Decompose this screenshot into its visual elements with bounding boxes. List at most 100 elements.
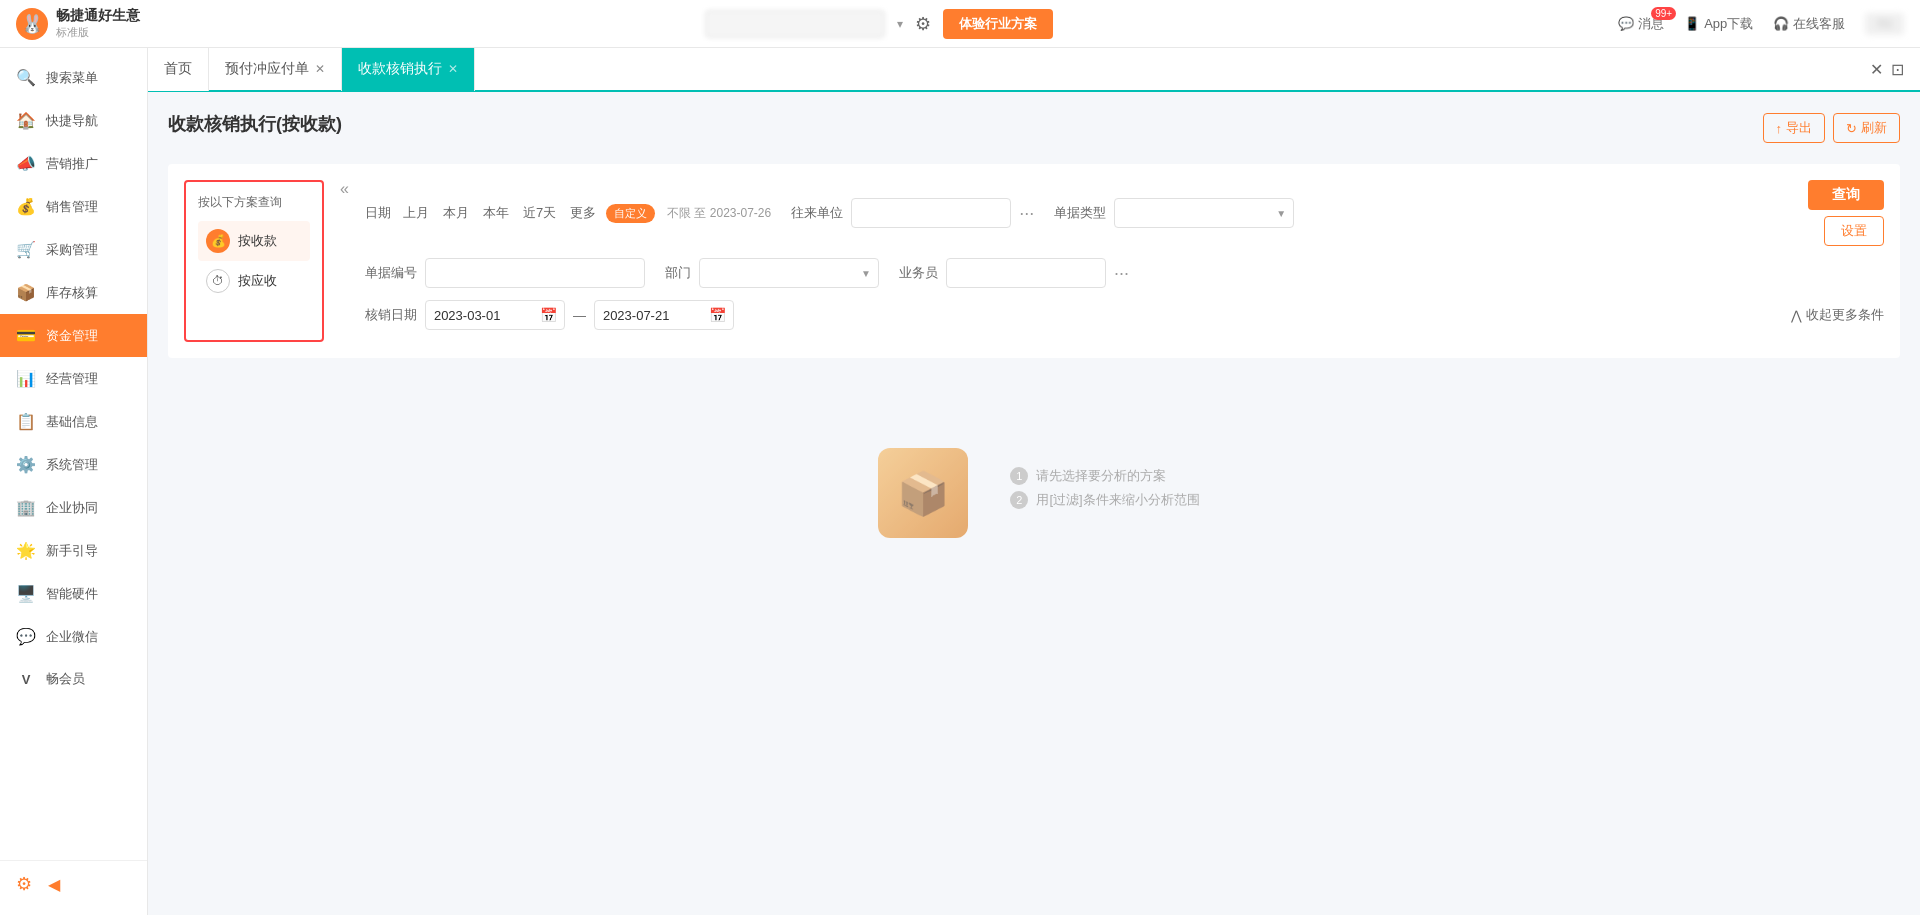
- sidebar-item-system[interactable]: ⚙️ 系统管理: [0, 443, 147, 486]
- basic-icon: 📋: [16, 412, 36, 431]
- sidebar-item-inventory[interactable]: 📦 库存核算: [0, 271, 147, 314]
- date-last-month-btn[interactable]: 上月: [399, 202, 433, 224]
- guide-icon: 🌟: [16, 541, 36, 560]
- sidebar-item-hardware[interactable]: 🖥️ 智能硬件: [0, 572, 147, 615]
- brand-name: 畅捷通好生意: [56, 7, 140, 25]
- staff-input[interactable]: [946, 258, 1106, 288]
- doc-type-select[interactable]: [1114, 198, 1294, 228]
- tab-prepay[interactable]: 预付冲应付单 ✕: [209, 48, 342, 91]
- tab-maximize-btn[interactable]: ⊡: [1891, 60, 1904, 79]
- inventory-icon: 📦: [16, 283, 36, 302]
- top-bar-right: 💬 消息 99+ 📱 App下载 🎧 在线客服 Rit: [1618, 13, 1904, 35]
- date-label: 日期: [365, 204, 391, 222]
- date-this-year-btn[interactable]: 本年: [479, 202, 513, 224]
- member-icon: V: [16, 672, 36, 687]
- sidebar-item-wechat[interactable]: 💬 企业微信: [0, 615, 147, 658]
- sidebar-label-guide: 新手引导: [46, 542, 98, 560]
- sidebar-item-enterprise[interactable]: 🏢 企业协同: [0, 486, 147, 529]
- sidebar-label-purchase: 采购管理: [46, 241, 98, 259]
- sales-icon: 💰: [16, 197, 36, 216]
- calendar-to-icon[interactable]: 📅: [709, 307, 726, 323]
- brand-version: 标准版: [56, 25, 140, 40]
- date-more-btn[interactable]: 更多: [566, 202, 600, 224]
- page-actions: ↑ 导出 ↻ 刷新: [1763, 113, 1901, 143]
- sidebar-item-member[interactable]: V 畅会员: [0, 658, 147, 700]
- sidebar-item-basic[interactable]: 📋 基础信息: [0, 400, 147, 443]
- message-btn[interactable]: 💬 消息 99+: [1618, 15, 1664, 33]
- sidebar-settings-icon[interactable]: ⚙: [16, 873, 32, 895]
- filter-panel: 按以下方案查询 💰 按收款 ⏱ 按应收 «: [168, 164, 1900, 358]
- counterparty-dots-btn[interactable]: ···: [1019, 203, 1034, 224]
- sidebar-label-marketing: 营销推广: [46, 155, 98, 173]
- online-service-btn[interactable]: 🎧 在线客服: [1773, 15, 1845, 33]
- export-btn[interactable]: ↑ 导出: [1763, 113, 1826, 143]
- dept-label: 部门: [665, 264, 691, 282]
- chevron-up-icon: ⋀: [1791, 308, 1802, 323]
- filter-group-doc-no: 单据编号: [365, 258, 645, 288]
- calendar-from-icon[interactable]: 📅: [540, 307, 557, 323]
- purchase-icon: 🛒: [16, 240, 36, 259]
- dept-select-wrapper: [699, 258, 879, 288]
- search-icon: 🔍: [16, 68, 36, 87]
- sidebar-item-sales[interactable]: 💰 销售管理: [0, 185, 147, 228]
- wechat-icon: 💬: [16, 627, 36, 646]
- export-label: 导出: [1786, 119, 1812, 137]
- receipt-option-label: 按收款: [238, 232, 277, 250]
- collapse-more-btn[interactable]: ⋀ 收起更多条件: [1791, 306, 1884, 324]
- staff-dots-btn[interactable]: ···: [1114, 263, 1129, 284]
- top-bar: 🐰 畅捷通好生意 标准版 ▾ ⚙ 体验行业方案 💬 消息 99+ 📱 App下载…: [0, 0, 1920, 48]
- empty-hint-text-1: 请先选择要分析的方案: [1036, 467, 1166, 485]
- sidebar-bottom: ⚙ ◀: [0, 860, 147, 907]
- hardware-icon: 🖥️: [16, 584, 36, 603]
- tab-receipt-verify-close-icon[interactable]: ✕: [448, 62, 458, 76]
- sidebar-collapse-icon[interactable]: ◀: [48, 875, 60, 894]
- hint-num-2: 2: [1010, 491, 1028, 509]
- verify-date-from-wrap: 📅: [425, 300, 565, 330]
- sidebar-item-finance[interactable]: 💳 资金管理: [0, 314, 147, 357]
- sidebar-label-member: 畅会员: [46, 670, 85, 688]
- user-info: Rit: [1865, 13, 1904, 35]
- query-btn[interactable]: 查询: [1808, 180, 1884, 210]
- refresh-btn[interactable]: ↻ 刷新: [1833, 113, 1900, 143]
- app-download-btn[interactable]: 📱 App下载: [1684, 15, 1753, 33]
- refresh-label: 刷新: [1861, 119, 1887, 137]
- collapse-filter-btn[interactable]: «: [340, 180, 349, 198]
- tab-close-all-btn[interactable]: ✕: [1870, 60, 1883, 79]
- sidebar-item-purchase[interactable]: 🛒 采购管理: [0, 228, 147, 271]
- tab-home[interactable]: 首页: [148, 48, 209, 91]
- doc-type-select-wrapper: [1114, 198, 1294, 228]
- tab-receipt-verify[interactable]: 收款核销执行 ✕: [342, 48, 475, 91]
- filter-group-date: 日期 上月 本月 本年 近7天 更多 自定义 不限 至 2023-07-26: [365, 202, 771, 224]
- dept-select[interactable]: [699, 258, 879, 288]
- tab-receipt-verify-label: 收款核销执行: [358, 60, 442, 78]
- trial-btn[interactable]: 体验行业方案: [943, 9, 1053, 39]
- doc-no-input[interactable]: [425, 258, 645, 288]
- filter-option-by-receivable[interactable]: ⏱ 按应收: [198, 261, 310, 301]
- date-7days-btn[interactable]: 近7天: [519, 202, 560, 224]
- content-area: 首页 预付冲应付单 ✕ 收款核销执行 ✕ ✕ ⊡ 收款核销执行(按收款) ↑: [148, 48, 1920, 915]
- app-label: App下载: [1704, 15, 1753, 33]
- collapse-more-label: 收起更多条件: [1806, 306, 1884, 324]
- query-actions: 查询 设置: [1808, 180, 1884, 246]
- export-icon: ↑: [1776, 121, 1783, 136]
- sidebar-item-guide[interactable]: 🌟 新手引导: [0, 529, 147, 572]
- verify-date-label: 核销日期: [365, 306, 417, 324]
- settings-icon[interactable]: ⚙: [915, 13, 931, 35]
- sidebar-item-quick-nav[interactable]: 🏠 快捷导航: [0, 99, 147, 142]
- tab-bar-actions: ✕ ⊡: [1870, 60, 1920, 79]
- filter-option-by-receipt[interactable]: 💰 按收款: [198, 221, 310, 261]
- filter-row-2: 单据编号 部门 业务员 ···: [365, 258, 1884, 288]
- sidebar-label-system: 系统管理: [46, 456, 98, 474]
- custom-badge: 自定义: [606, 204, 655, 223]
- settings-btn[interactable]: 设置: [1824, 216, 1884, 246]
- sidebar-item-marketing[interactable]: 📣 营销推广: [0, 142, 147, 185]
- tab-prepay-label: 预付冲应付单: [225, 60, 309, 78]
- date-this-month-btn[interactable]: 本月: [439, 202, 473, 224]
- sidebar-item-business[interactable]: 📊 经营管理: [0, 357, 147, 400]
- empty-state: 📦 1 请先选择要分析的方案 2 用[过滤]条件来缩小分析范围: [168, 358, 1900, 618]
- doc-type-label: 单据类型: [1054, 204, 1106, 222]
- tab-prepay-close-icon[interactable]: ✕: [315, 62, 325, 76]
- counterparty-input[interactable]: [851, 198, 1011, 228]
- top-bar-center: ▾ ⚙ 体验行业方案: [705, 9, 1053, 39]
- sidebar-item-search-menu[interactable]: 🔍 搜索菜单: [0, 56, 147, 99]
